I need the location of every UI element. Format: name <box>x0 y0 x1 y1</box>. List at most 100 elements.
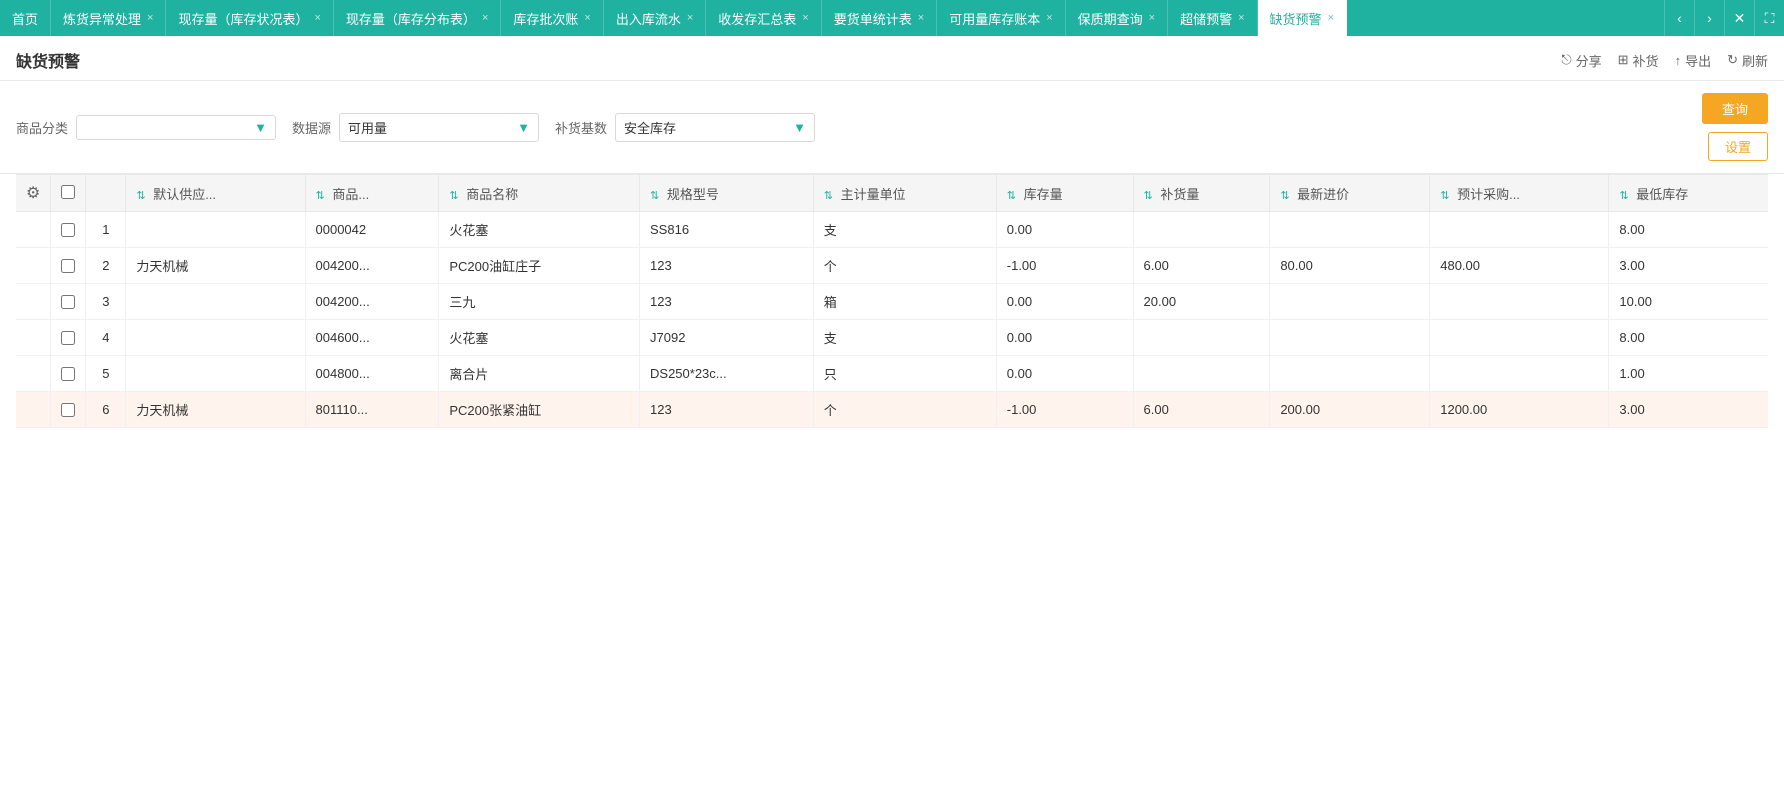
tab-controls: ‹ › ✕ ⛶ <box>1664 0 1784 36</box>
tab-keyongliang[interactable]: 可用量库存账本 × <box>937 0 1065 36</box>
col-estimated-header[interactable]: ⇅ 预计采购... <box>1430 175 1609 212</box>
datasource-label: 数据源 <box>292 118 331 137</box>
row-settings-cell <box>16 248 51 284</box>
row-num: 2 <box>86 248 126 284</box>
sort-estimated-icon: ⇅ <box>1440 190 1449 202</box>
tab-kupipici[interactable]: 库存批次账 × <box>501 0 603 36</box>
table-row[interactable]: 6 力天机械 801110... PC200张紧油缸 123 个 -1.00 6… <box>16 392 1768 428</box>
col-latest-price-header[interactable]: ⇅ 最新进价 <box>1270 175 1430 212</box>
row-product-name: 三九 <box>439 284 640 320</box>
row-num: 3 <box>86 284 126 320</box>
table-row[interactable]: 5 004800... 离合片 DS250*23c... 只 0.00 1.00 <box>16 356 1768 392</box>
export-button[interactable]: ↑ 导出 <box>1675 51 1712 70</box>
page-title: 缺货预警 <box>16 48 1561 72</box>
close-tab-keyongliang[interactable]: × <box>1046 12 1052 24</box>
base-select[interactable]: 安全库存 ▼ <box>615 113 815 142</box>
row-stock: -1.00 <box>996 248 1133 284</box>
row-product-code: 004600... <box>305 320 439 356</box>
col-unit-header[interactable]: ⇅ 主计量单位 <box>813 175 996 212</box>
row-product-code: 004200... <box>305 248 439 284</box>
row-product-code: 004800... <box>305 356 439 392</box>
base-label: 补货基数 <box>555 118 607 137</box>
row-supplier: 力天机械 <box>126 248 305 284</box>
table-row[interactable]: 3 004200... 三九 123 箱 0.00 20.00 10.00 <box>16 284 1768 320</box>
col-replenish-header[interactable]: ⇅ 补货量 <box>1133 175 1270 212</box>
row-min-stock: 3.00 <box>1609 392 1768 428</box>
datasource-value: 可用量 <box>348 118 387 137</box>
close-tab-xianzun-status[interactable]: × <box>314 12 320 24</box>
row-num: 4 <box>86 320 126 356</box>
row-num: 1 <box>86 212 126 248</box>
col-stock-header[interactable]: ⇅ 库存量 <box>996 175 1133 212</box>
row-checkbox[interactable] <box>61 331 75 345</box>
row-settings-cell <box>16 212 51 248</box>
datasource-select[interactable]: 可用量 ▼ <box>339 113 539 142</box>
sort-spec-icon: ⇅ <box>650 190 659 202</box>
category-chevron-icon: ▼ <box>254 120 267 135</box>
select-all-checkbox[interactable] <box>61 185 75 199</box>
settings-button[interactable]: 设置 <box>1708 132 1768 161</box>
tab-prev-btn[interactable]: ‹ <box>1664 0 1694 36</box>
sort-replenish-icon: ⇅ <box>1144 190 1153 202</box>
tab-xianzun-status[interactable]: 现存量（库存状况表） × <box>166 0 333 36</box>
tab-next-btn[interactable]: › <box>1694 0 1724 36</box>
row-product-code: 0000042 <box>305 212 439 248</box>
row-stock: 0.00 <box>996 320 1133 356</box>
col-default-supplier-header[interactable]: ⇅ 默认供应... <box>126 175 305 212</box>
row-checkbox[interactable] <box>61 223 75 237</box>
close-tab-chaochuyu[interactable]: × <box>1238 12 1244 24</box>
close-tab-shougcun[interactable]: × <box>802 12 808 24</box>
col-spec-header[interactable]: ⇅ 规格型号 <box>640 175 814 212</box>
filter-actions: 查询 设置 <box>1702 93 1768 161</box>
tab-home[interactable]: 首页 <box>0 0 51 36</box>
close-tab-quehuo[interactable]: × <box>1328 12 1334 24</box>
row-checkbox[interactable] <box>61 295 75 309</box>
row-spec: SS816 <box>640 212 814 248</box>
col-product-name-header[interactable]: ⇅ 商品名称 <box>439 175 640 212</box>
tab-close-all-btn[interactable]: ✕ <box>1724 0 1754 36</box>
tab-shougcun[interactable]: 收发存汇总表 × <box>706 0 821 36</box>
query-button[interactable]: 查询 <box>1702 93 1768 124</box>
tab-baozhi[interactable]: 保质期查询 × <box>1066 0 1168 36</box>
row-min-stock: 1.00 <box>1609 356 1768 392</box>
row-checkbox-cell <box>51 320 86 356</box>
table-row[interactable]: 2 力天机械 004200... PC200油缸庄子 123 个 -1.00 6… <box>16 248 1768 284</box>
row-num: 6 <box>86 392 126 428</box>
tab-chaochuyu[interactable]: 超储预警 × <box>1168 0 1257 36</box>
tab-churuliushui[interactable]: 出入库流水 × <box>604 0 706 36</box>
datasource-filter-group: 数据源 可用量 ▼ <box>292 113 539 142</box>
close-tab-baozhi[interactable]: × <box>1149 12 1155 24</box>
close-tab-churuliushui[interactable]: × <box>687 12 693 24</box>
row-min-stock: 3.00 <box>1609 248 1768 284</box>
close-tab-kupipici[interactable]: × <box>584 12 590 24</box>
row-settings-cell <box>16 320 51 356</box>
base-filter-group: 补货基数 安全库存 ▼ <box>555 113 815 142</box>
sort-supplier-icon: ⇅ <box>136 190 145 202</box>
row-checkbox[interactable] <box>61 259 75 273</box>
row-checkbox[interactable] <box>61 403 75 417</box>
table-row[interactable]: 4 004600... 火花塞 J7092 支 0.00 8.00 <box>16 320 1768 356</box>
tab-fullscreen-btn[interactable]: ⛶ <box>1754 0 1784 36</box>
row-estimated-purchase <box>1430 212 1609 248</box>
tab-lianhuo[interactable]: 炼货异常处理 × <box>51 0 166 36</box>
close-tab-lianhuo[interactable]: × <box>147 12 153 24</box>
tab-yaohuodantj[interactable]: 要货单统计表 × <box>822 0 937 36</box>
tab-quehuo[interactable]: 缺货预警 × <box>1258 0 1347 36</box>
page-header: 缺货预警 ⎋ 分享 ⊞ 补货 ↑ 导出 ↻ 刷新 <box>0 36 1784 81</box>
close-tab-xianzun-dist[interactable]: × <box>482 12 488 24</box>
refresh-button[interactable]: ↻ 刷新 <box>1727 51 1768 70</box>
share-button[interactable]: ⎋ 分享 <box>1561 51 1601 70</box>
row-checkbox[interactable] <box>61 367 75 381</box>
sort-unit-icon: ⇅ <box>824 190 833 202</box>
row-estimated-purchase <box>1430 320 1609 356</box>
replenish-button[interactable]: ⊞ 补货 <box>1618 51 1659 70</box>
settings-gear-icon[interactable]: ⚙ <box>26 185 40 202</box>
tab-xianzun-dist[interactable]: 现存量（库存分布表） × <box>334 0 501 36</box>
row-unit: 支 <box>813 212 996 248</box>
close-tab-yaohuodantj[interactable]: × <box>918 12 924 24</box>
col-product-code-header[interactable]: ⇅ 商品... <box>305 175 439 212</box>
row-supplier: 力天机械 <box>126 392 305 428</box>
table-row[interactable]: 1 0000042 火花塞 SS816 支 0.00 8.00 <box>16 212 1768 248</box>
category-select[interactable]: ▼ <box>76 115 276 140</box>
col-min-stock-header[interactable]: ⇅ 最低库存 <box>1609 175 1768 212</box>
